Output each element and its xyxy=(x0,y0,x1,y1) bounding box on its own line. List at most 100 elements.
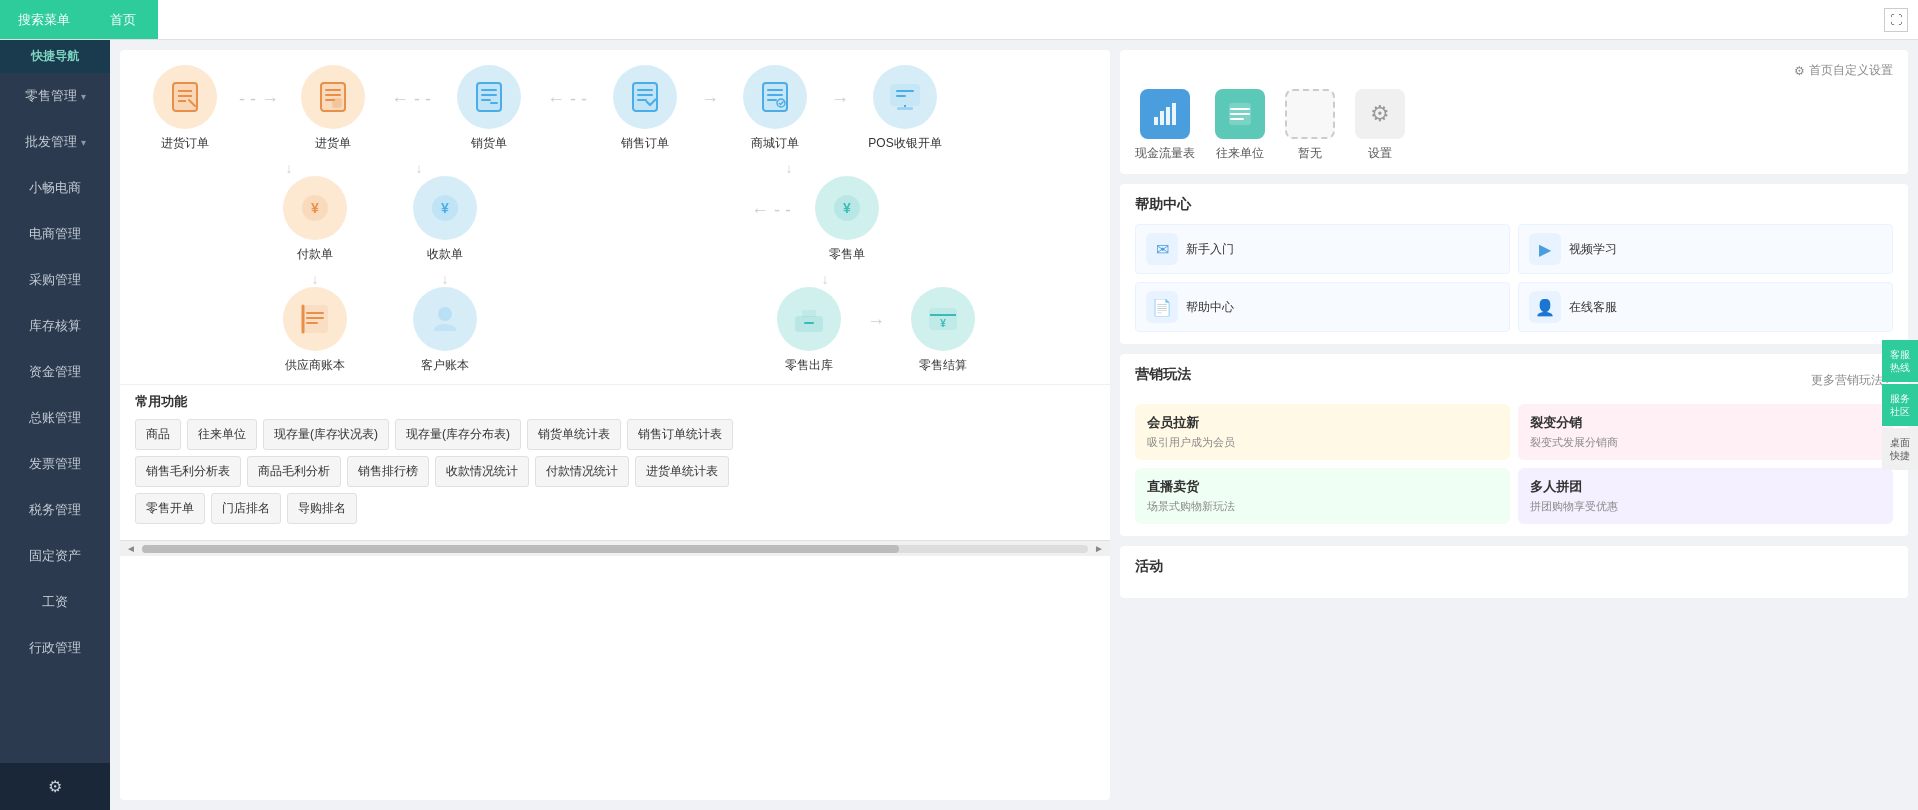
settings-icon-box: ⚙ xyxy=(1355,89,1405,139)
sidebar-item-ledger[interactable]: 总账管理 xyxy=(0,395,110,441)
node-sale[interactable]: 销货单 xyxy=(439,65,539,152)
float-btn-desktop[interactable]: 桌面快捷 xyxy=(1882,428,1918,470)
marketing-fission[interactable]: 裂变分销 裂变式发展分销商 xyxy=(1518,404,1893,460)
sidebar-item-purchase[interactable]: 采购管理 xyxy=(0,257,110,303)
node-receipt[interactable]: ¥ 收款单 xyxy=(395,176,495,263)
empty-label: 暂无 xyxy=(1298,145,1322,162)
func-sale-stat[interactable]: 销货单统计表 xyxy=(527,419,621,450)
func-sale-rank[interactable]: 销售排行榜 xyxy=(347,456,429,487)
gear-icon: ⚙ xyxy=(1794,64,1805,78)
func-purchase-stat[interactable]: 进货单统计表 xyxy=(635,456,729,487)
sidebar-item-label: 批发管理 xyxy=(25,133,77,151)
help-item-online-service[interactable]: 👤 在线客服 xyxy=(1518,282,1893,332)
sidebar-item-retail[interactable]: 零售管理 ▾ xyxy=(0,73,110,119)
func-sale-order-stat[interactable]: 销售订单统计表 xyxy=(627,419,733,450)
svg-rect-7 xyxy=(333,99,341,107)
help-center-title: 帮助中心 xyxy=(1135,196,1893,214)
purchase-order-label: 进货订单 xyxy=(161,135,209,152)
partners-label: 往来单位 xyxy=(1216,145,1264,162)
node-retail-out[interactable]: 零售出库 xyxy=(759,287,859,374)
retail-settle-label: 零售结算 xyxy=(919,357,967,374)
func-guide-rank[interactable]: 导购排名 xyxy=(287,493,357,524)
node-customer-account[interactable]: 客户账本 xyxy=(395,287,495,374)
quick-access-section: ⚙ 首页自定义设置 现金流量表 往来单位 xyxy=(1120,50,1908,174)
func-row-3: 零售开单 门店排名 导购排名 xyxy=(135,493,1095,524)
sidebar-nav-label: 快捷导航 xyxy=(0,40,110,73)
float-btn-community[interactable]: 服务社区 xyxy=(1882,384,1918,426)
customize-button[interactable]: ⚙ 首页自定义设置 xyxy=(1794,62,1893,79)
node-payment[interactable]: ¥ 付款单 xyxy=(265,176,365,263)
func-payment-stat[interactable]: 付款情况统计 xyxy=(535,456,629,487)
sidebar-item-admin[interactable]: 行政管理 xyxy=(0,625,110,671)
scroll-left-button[interactable]: ◄ xyxy=(122,543,140,554)
func-receipt-stat[interactable]: 收款情况统计 xyxy=(435,456,529,487)
marketing-group[interactable]: 多人拼团 拼团购物享受优惠 xyxy=(1518,468,1893,524)
purchase-label: 进货单 xyxy=(315,135,351,152)
live-title: 直播卖货 xyxy=(1147,478,1498,496)
sidebar-item-funds[interactable]: 资金管理 xyxy=(0,349,110,395)
customize-label: 首页自定义设置 xyxy=(1809,62,1893,79)
video-text: 视频学习 xyxy=(1569,241,1617,258)
node-sale-order[interactable]: 销售订单 xyxy=(595,65,695,152)
fission-sub: 裂变式发展分销商 xyxy=(1530,435,1881,450)
sidebar-item-salary[interactable]: 工资 xyxy=(0,579,110,625)
func-stock-status[interactable]: 现存量(库存状况表) xyxy=(263,419,389,450)
marketing-live[interactable]: 直播卖货 场景式购物新玩法 xyxy=(1135,468,1510,524)
sidebar-item-tax[interactable]: 税务管理 xyxy=(0,487,110,533)
help-grid: ✉ 新手入门 ▶ 视频学习 📄 帮助中心 👤 在线客服 xyxy=(1135,224,1893,332)
quick-icon-partners[interactable]: 往来单位 xyxy=(1215,89,1265,162)
retail-label: 零售单 xyxy=(829,246,865,263)
func-partners[interactable]: 往来单位 xyxy=(187,419,257,450)
func-row-1: 商品 往来单位 现存量(库存状况表) 现存量(库存分布表) 销货单统计表 销售订… xyxy=(135,419,1095,450)
beginner-icon: ✉ xyxy=(1146,233,1178,265)
sidebar-item-label: 电商管理 xyxy=(29,225,81,243)
func-goods[interactable]: 商品 xyxy=(135,419,181,450)
common-functions-section: 常用功能 商品 往来单位 现存量(库存状况表) 现存量(库存分布表) 销货单统计… xyxy=(120,384,1110,540)
sidebar-settings-button[interactable]: ⚙ xyxy=(0,763,110,810)
home-tab[interactable]: 首页 xyxy=(88,0,158,39)
node-retail-settle[interactable]: ¥ 零售结算 xyxy=(893,287,993,374)
sale-label: 销货单 xyxy=(471,135,507,152)
mall-order-icon xyxy=(743,65,807,129)
search-menu-button[interactable]: 搜索菜单 xyxy=(0,0,88,39)
fullscreen-icon: ⛶ xyxy=(1890,13,1902,27)
horizontal-scrollbar[interactable]: ◄ ► xyxy=(120,540,1110,556)
func-retail-order[interactable]: 零售开单 xyxy=(135,493,205,524)
sidebar-item-inventory[interactable]: 库存核算 xyxy=(0,303,110,349)
func-store-rank[interactable]: 门店排名 xyxy=(211,493,281,524)
retail-out-label: 零售出库 xyxy=(785,357,833,374)
help-item-video[interactable]: ▶ 视频学习 xyxy=(1518,224,1893,274)
help-item-beginner[interactable]: ✉ 新手入门 xyxy=(1135,224,1510,274)
svg-rect-8 xyxy=(477,83,501,111)
sidebar-item-label: 总账管理 xyxy=(29,409,81,427)
sidebar-item-ecom-manage[interactable]: 电商管理 xyxy=(0,211,110,257)
help-item-help[interactable]: 📄 帮助中心 xyxy=(1135,282,1510,332)
func-sale-profit[interactable]: 销售毛利分析表 xyxy=(135,456,241,487)
sidebar-item-ecom-small[interactable]: 小畅电商 xyxy=(0,165,110,211)
node-retail[interactable]: ¥ 零售单 xyxy=(797,176,897,263)
node-purchase-order[interactable]: 进货订单 xyxy=(135,65,235,152)
sidebar-item-fixed-assets[interactable]: 固定资产 xyxy=(0,533,110,579)
sidebar-item-wholesale[interactable]: 批发管理 ▾ xyxy=(0,119,110,165)
marketing-member[interactable]: 会员拉新 吸引用户成为会员 xyxy=(1135,404,1510,460)
node-mall-order[interactable]: 商城订单 xyxy=(725,65,825,152)
quick-icon-settings[interactable]: ⚙ 设置 xyxy=(1355,89,1405,162)
sidebar-item-invoice[interactable]: 发票管理 xyxy=(0,441,110,487)
more-marketing-link[interactable]: 更多营销玩法 > xyxy=(1811,372,1893,389)
func-stock-dist[interactable]: 现存量(库存分布表) xyxy=(395,419,521,450)
node-supplier-account[interactable]: 供应商账本 xyxy=(265,287,365,374)
node-purchase[interactable]: 进货单 xyxy=(283,65,383,152)
svg-rect-36 xyxy=(1172,103,1176,125)
scroll-track[interactable] xyxy=(142,545,1088,553)
video-icon: ▶ xyxy=(1529,233,1561,265)
scroll-thumb xyxy=(142,545,899,553)
scroll-right-button[interactable]: ► xyxy=(1090,543,1108,554)
func-goods-profit[interactable]: 商品毛利分析 xyxy=(247,456,341,487)
quick-icon-cashflow[interactable]: 现金流量表 xyxy=(1135,89,1195,162)
group-title: 多人拼团 xyxy=(1530,478,1881,496)
customer-account-label: 客户账本 xyxy=(421,357,469,374)
sale-order-label: 销售订单 xyxy=(621,135,669,152)
node-pos[interactable]: POS收银开单 xyxy=(855,65,955,152)
float-btn-service[interactable]: 客服热线 xyxy=(1882,340,1918,382)
fullscreen-button[interactable]: ⛶ xyxy=(1884,8,1908,32)
